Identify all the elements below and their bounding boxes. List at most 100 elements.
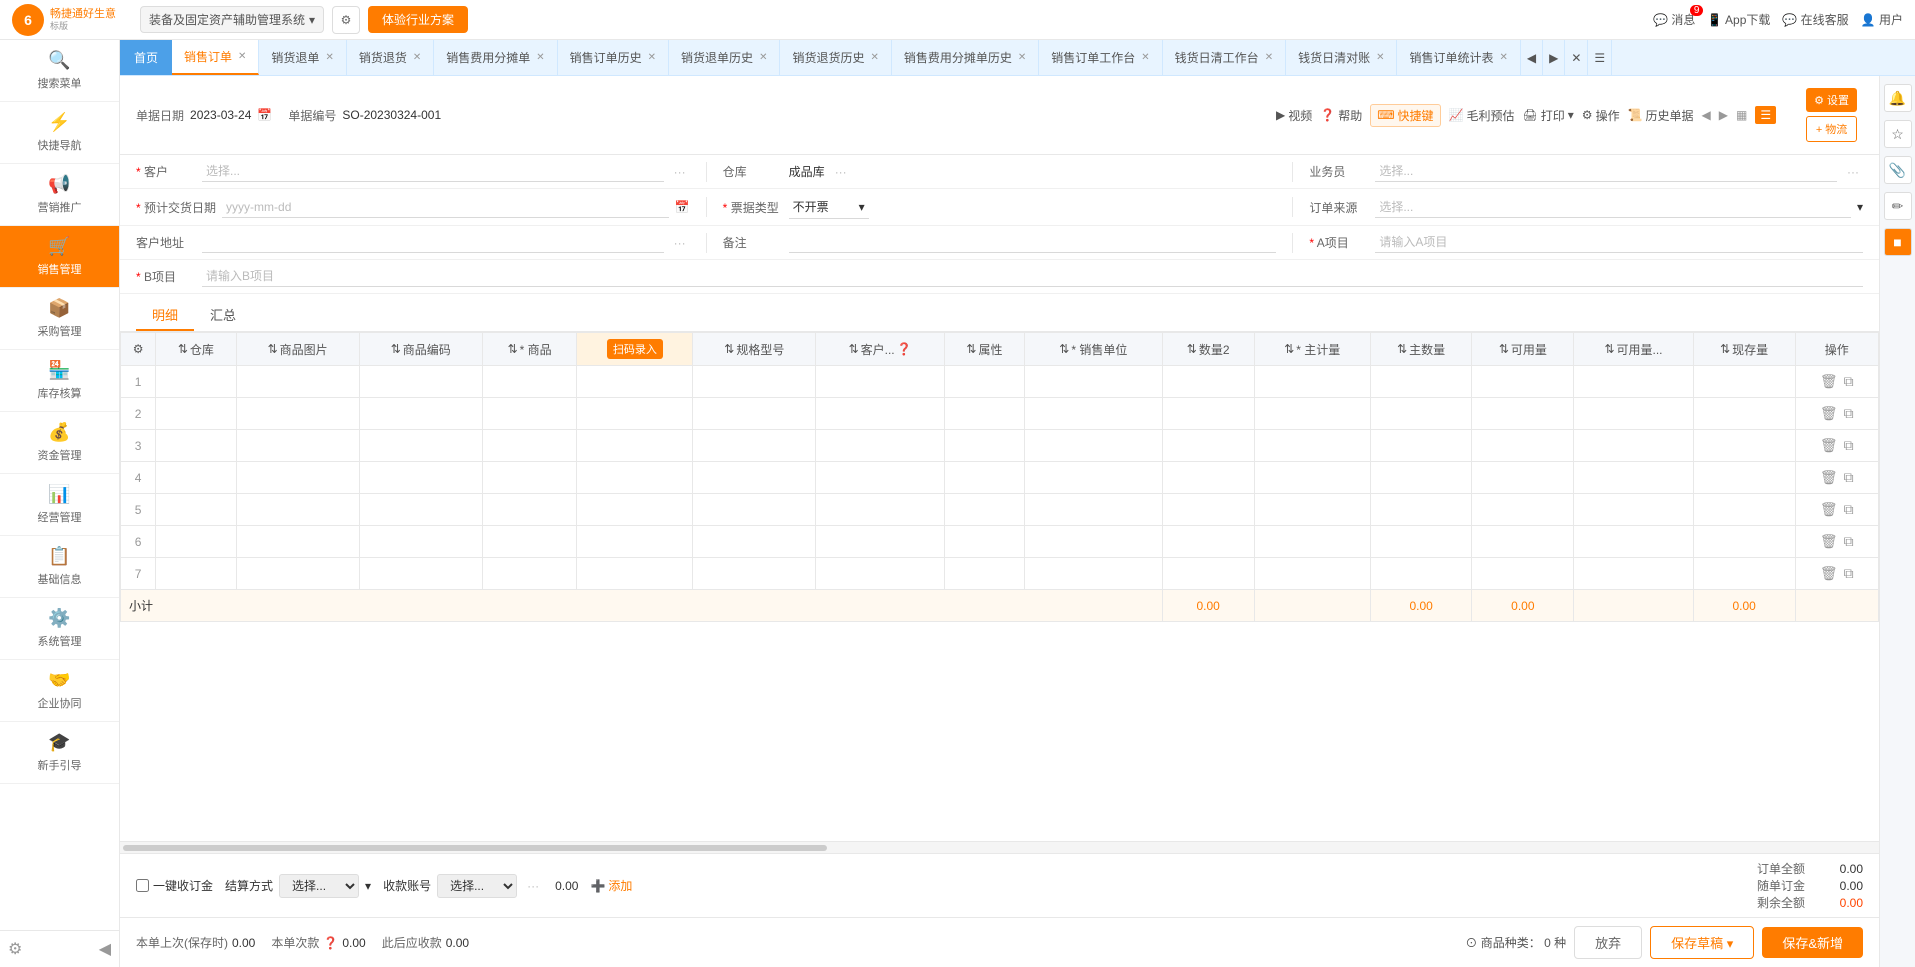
- solution-button[interactable]: 体验行业方案: [368, 6, 468, 33]
- right-panel-btn-4[interactable]: ✏: [1884, 192, 1912, 220]
- sidebar-item-marketing[interactable]: 📢 营销推广: [0, 164, 119, 226]
- tab-menu-btn[interactable]: ☰: [1588, 40, 1612, 75]
- save-draft-button[interactable]: 保存草稿 ▾: [1650, 926, 1754, 959]
- sidebar-item-guide[interactable]: 🎓 新手引导: [0, 722, 119, 784]
- tab-sales-stats[interactable]: 销售订单统计表 ✕: [1397, 40, 1520, 75]
- tab-prev-btn[interactable]: ◀: [1521, 40, 1543, 75]
- tab-close-return-history[interactable]: ✕: [759, 52, 767, 63]
- th-current-stock[interactable]: ⇅ 现存量: [1693, 333, 1795, 366]
- sidebar-item-operations[interactable]: 📊 经营管理: [0, 474, 119, 536]
- message-badge[interactable]: 💬 9 消息: [1653, 11, 1695, 28]
- sidebar-item-inventory[interactable]: 🏪 库存核算: [0, 350, 119, 412]
- warehouse-more-icon[interactable]: ···: [831, 165, 851, 179]
- th-product[interactable]: ⇅ * 商品: [482, 333, 577, 366]
- tab-close-order-history[interactable]: ✕: [648, 52, 656, 63]
- th-qty2[interactable]: ⇅ 数量2: [1162, 333, 1254, 366]
- customer-more-icon[interactable]: ···: [670, 165, 690, 179]
- copy-row-icon[interactable]: ⧉: [1844, 565, 1854, 582]
- sidebar-item-system[interactable]: ⚙️ 系统管理: [0, 598, 119, 660]
- address-input[interactable]: [202, 232, 664, 253]
- tab-close-expense-history[interactable]: ✕: [1018, 52, 1026, 63]
- th-available[interactable]: ⇅ 可用量: [1472, 333, 1574, 366]
- shortcuts-btn[interactable]: ⌨ 快捷键: [1370, 104, 1440, 127]
- tab-order-workbench[interactable]: 销售订单工作台 ✕: [1039, 40, 1162, 75]
- settings-gear-button[interactable]: ⚙: [332, 6, 360, 34]
- tab-home[interactable]: 首页: [120, 40, 172, 75]
- delete-row-icon[interactable]: 🗑: [1820, 533, 1838, 550]
- tab-sales-order[interactable]: 销售订单 ✕: [172, 40, 259, 75]
- th-available2[interactable]: ⇅ 可用量...: [1574, 333, 1694, 366]
- view-btn[interactable]: ▶ 视频: [1276, 107, 1312, 124]
- right-panel-btn-5[interactable]: ■: [1884, 228, 1912, 256]
- tab-close-expense-split[interactable]: ✕: [536, 52, 544, 63]
- th-customer-code[interactable]: ⇅ 客户... ❓: [816, 333, 944, 366]
- staff-input[interactable]: [1375, 161, 1837, 182]
- tab-close-order-workbench[interactable]: ✕: [1141, 52, 1149, 63]
- account-more-icon[interactable]: ···: [523, 879, 543, 893]
- add-material-button[interactable]: + 物流: [1806, 116, 1857, 142]
- tab-expense-split[interactable]: 销售费用分摊单 ✕: [434, 40, 557, 75]
- customer-input[interactable]: [202, 161, 664, 182]
- date-pick-icon[interactable]: 📅: [675, 200, 690, 214]
- one-click-checkbox[interactable]: 一键收订金: [136, 877, 213, 894]
- app-download-link[interactable]: 📱 App下载: [1707, 11, 1770, 28]
- delete-row-icon[interactable]: 🗑: [1820, 565, 1838, 582]
- delivery-date-input[interactable]: [222, 197, 669, 218]
- tab-sales-delivery[interactable]: 销货退货 ✕: [347, 40, 434, 75]
- tab-reconcile[interactable]: 钱货日清对账 ✕: [1286, 40, 1397, 75]
- delete-row-icon[interactable]: 🗑: [1820, 437, 1838, 454]
- tab-summary[interactable]: 汇总: [194, 300, 252, 331]
- tab-sales-return[interactable]: 销货退单 ✕: [259, 40, 346, 75]
- th-attribute[interactable]: ⇅ 属性: [944, 333, 1024, 366]
- tab-close-all-btn[interactable]: ✕: [1565, 40, 1588, 75]
- tab-close-sales-delivery[interactable]: ✕: [413, 52, 421, 63]
- online-service-link[interactable]: 💬 在线客服: [1782, 11, 1848, 28]
- delete-row-icon[interactable]: 🗑: [1820, 405, 1838, 422]
- sidebar-item-quicknav[interactable]: ⚡ 快捷导航: [0, 102, 119, 164]
- one-click-checkbox-input[interactable]: [136, 879, 149, 892]
- operations-btn[interactable]: ⚙ 操作: [1582, 107, 1620, 124]
- save-new-button[interactable]: 保存&新增: [1762, 927, 1863, 958]
- delete-row-icon[interactable]: 🗑: [1820, 469, 1838, 486]
- nav-prev-icon[interactable]: ◀: [1702, 108, 1711, 122]
- sidebar-item-cooperation[interactable]: 🤝 企业协同: [0, 660, 119, 722]
- tab-next-btn[interactable]: ▶: [1543, 40, 1565, 75]
- right-panel-btn-1[interactable]: 🔔: [1884, 84, 1912, 112]
- user-avatar[interactable]: 👤 用户: [1861, 11, 1903, 28]
- right-panel-btn-3[interactable]: 📎: [1884, 156, 1912, 184]
- sidebar-item-basic[interactable]: 📋 基础信息: [0, 536, 119, 598]
- print-btn[interactable]: 🖨 打印 ▾: [1523, 107, 1574, 124]
- grid-view-icon[interactable]: ▦: [1736, 108, 1747, 122]
- copy-row-icon[interactable]: ⧉: [1844, 501, 1854, 518]
- sidebar-collapse-icon[interactable]: ◀: [99, 939, 111, 959]
- scan-button[interactable]: 扫码录入: [607, 339, 663, 359]
- tab-daily-workbench[interactable]: 钱货日清工作台 ✕: [1163, 40, 1286, 75]
- invoice-type-select[interactable]: 不开票 ▾: [789, 195, 869, 219]
- delete-row-icon[interactable]: 🗑: [1820, 373, 1838, 390]
- th-scan[interactable]: 扫码录入: [577, 333, 693, 366]
- copy-row-icon[interactable]: ⧉: [1844, 373, 1854, 390]
- tab-close-sales-return[interactable]: ✕: [325, 52, 333, 63]
- notes-input[interactable]: [789, 232, 1277, 253]
- list-view-icon[interactable]: ☰: [1755, 106, 1776, 124]
- nav-next-icon[interactable]: ▶: [1719, 108, 1728, 122]
- horizontal-scrollbar[interactable]: [120, 841, 1879, 853]
- th-main-qty[interactable]: ⇅ 主数量: [1370, 333, 1472, 366]
- address-more-icon[interactable]: ···: [670, 236, 690, 250]
- discard-button[interactable]: 放弃: [1574, 926, 1642, 959]
- th-product-image[interactable]: ⇅ 商品图片: [236, 333, 359, 366]
- staff-more-icon[interactable]: ···: [1843, 165, 1863, 179]
- copy-row-icon[interactable]: ⧉: [1844, 405, 1854, 422]
- th-product-code[interactable]: ⇅ 商品编码: [359, 333, 482, 366]
- sidebar-settings-icon[interactable]: ⚙: [8, 939, 22, 959]
- sidebar-item-search[interactable]: 🔍 搜索菜单: [0, 40, 119, 102]
- tab-order-history[interactable]: 销售订单历史 ✕: [558, 40, 669, 75]
- tab-close-daily-workbench[interactable]: ✕: [1265, 52, 1273, 63]
- scroll-thumb[interactable]: [123, 845, 827, 851]
- tab-close-sales-order[interactable]: ✕: [238, 51, 246, 62]
- account-select[interactable]: 选择...: [437, 874, 517, 898]
- sidebar-item-finance[interactable]: 💰 资金管理: [0, 412, 119, 474]
- calendar-icon[interactable]: 📅: [257, 108, 272, 122]
- tab-return-history[interactable]: 销货退单历史 ✕: [669, 40, 780, 75]
- th-spec[interactable]: ⇅ 规格型号: [693, 333, 816, 366]
